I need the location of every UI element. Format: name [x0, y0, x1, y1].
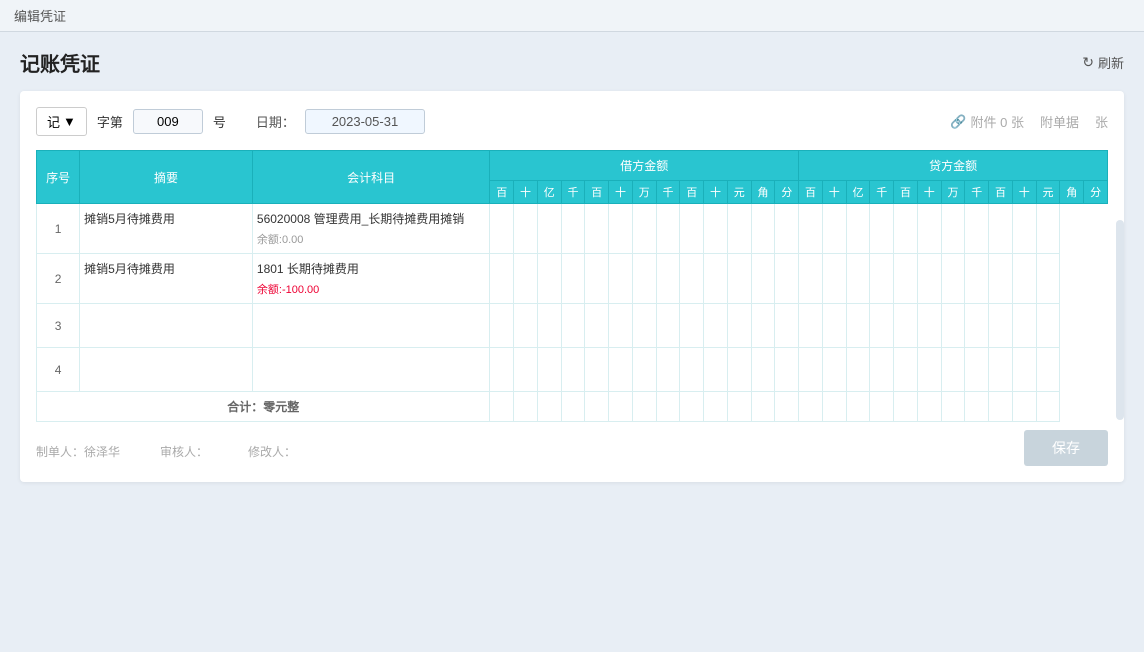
zhang-label: 张	[1095, 112, 1108, 131]
credit-col-shi1: 十	[822, 181, 846, 204]
subject-cell[interactable]	[252, 304, 490, 348]
refresh-button[interactable]: ↻ 刷新	[1082, 53, 1124, 72]
seq-cell: 2	[37, 254, 80, 304]
voucher-table: 序号 摘要 会计科目 借方金额 贷方金额 百 十 亿 千 百 十	[36, 150, 1108, 422]
ji-button[interactable]: 记 ▼	[36, 107, 87, 136]
header-row-1: 序号 摘要 会计科目 借方金额 贷方金额	[37, 151, 1108, 181]
zi-input[interactable]	[133, 109, 203, 134]
credit-col-shi3: 十	[1012, 181, 1036, 204]
debit-col-shi1: 十	[514, 181, 538, 204]
voucher-tbody: 1 摊销5月待摊费用 56020008 管理费用_长期待摊费用摊销 余额:0.0…	[37, 204, 1108, 422]
credit-col-qian1: 千	[870, 181, 894, 204]
attachment-icon: 🔗	[950, 114, 966, 130]
debit-col-yuan: 元	[727, 181, 751, 204]
debit-col-bai3: 百	[680, 181, 704, 204]
credit-col-qian2: 千	[965, 181, 989, 204]
hao-label: 号	[213, 112, 226, 131]
col-subject-header: 会计科目	[252, 151, 490, 204]
credit-col-shi2: 十	[917, 181, 941, 204]
ji-label: 记	[47, 112, 60, 131]
debit-col-wan: 万	[632, 181, 656, 204]
seq-cell: 4	[37, 348, 80, 392]
date-input[interactable]	[305, 109, 425, 134]
table-row: 1 摊销5月待摊费用 56020008 管理费用_长期待摊费用摊销 余额:0.0…	[37, 204, 1108, 254]
form-row: 记 ▼ 字第 号 日期： 🔗 附件 0 张 附单据 张	[36, 107, 1108, 136]
scrollbar[interactable]	[1116, 220, 1124, 420]
zi-label: 字第	[97, 112, 123, 131]
credit-col-yuan: 元	[1036, 181, 1060, 204]
subject-cell[interactable]: 56020008 管理费用_长期待摊费用摊销 余额:0.00	[252, 204, 490, 254]
subject-name: 56020008 管理费用_长期待摊费用摊销	[257, 210, 486, 227]
col-seq-header: 序号	[37, 151, 80, 204]
credit-col-yi: 亿	[846, 181, 870, 204]
balance: 余额:0.00	[257, 231, 486, 247]
summary-cell[interactable]: 摊销5月待摊费用	[80, 204, 253, 254]
debit-col-qian2: 千	[656, 181, 680, 204]
voucher-card: 记 ▼ 字第 号 日期： 🔗 附件 0 张 附单据 张	[20, 91, 1124, 482]
footer-row: 制单人：徐泽华 审核人： 修改人：	[36, 433, 296, 464]
debit-col-fen: 分	[775, 181, 799, 204]
attachment-link[interactable]: 🔗 附件 0 张	[950, 112, 1024, 131]
summary-cell[interactable]	[80, 348, 253, 392]
maker-label: 制单人：徐泽华	[36, 443, 120, 460]
dropdown-icon: ▼	[63, 114, 76, 129]
subject-cell[interactable]	[252, 348, 490, 392]
total-label: 合计：零元整	[37, 392, 490, 422]
debit-col-yi: 亿	[537, 181, 561, 204]
attachment-label: 附件 0 张	[971, 112, 1024, 131]
credit-col-bai2: 百	[894, 181, 918, 204]
debit-col-shi3: 十	[704, 181, 728, 204]
debit-col-qian1: 千	[561, 181, 585, 204]
table-container: 序号 摘要 会计科目 借方金额 贷方金额 百 十 亿 千 百 十	[36, 150, 1108, 422]
seq-cell: 1	[37, 204, 80, 254]
date-label: 日期：	[256, 112, 295, 131]
fujian-button[interactable]: 附单据	[1040, 112, 1079, 131]
modifier-label: 修改人：	[248, 443, 296, 460]
subject-cell[interactable]: 1801 长期待摊费用 余额:-100.00	[252, 254, 490, 304]
debit-col-shi2: 十	[609, 181, 633, 204]
main-container: 记账凭证 ↻ 刷新 记 ▼ 字第 号 日期： 🔗 附件 0 张 附单据	[0, 32, 1144, 652]
col-debit-header: 借方金额	[490, 151, 799, 181]
balance-red: 余额:-100.00	[257, 281, 486, 297]
credit-col-wan: 万	[941, 181, 965, 204]
credit-col-bai1: 百	[799, 181, 823, 204]
card-footer: 制单人：徐泽华 审核人： 修改人： 保存	[36, 430, 1108, 466]
credit-col-fen: 分	[1084, 181, 1108, 204]
debit-col-bai2: 百	[585, 181, 609, 204]
debit-col-bai1: 百	[490, 181, 514, 204]
total-row: 合计：零元整	[37, 392, 1108, 422]
refresh-icon: ↻	[1082, 54, 1094, 71]
table-row: 4	[37, 348, 1108, 392]
right-form: 🔗 附件 0 张 附单据 张	[950, 112, 1108, 131]
reviewer-label: 审核人：	[160, 443, 208, 460]
col-summary-header: 摘要	[80, 151, 253, 204]
table-row: 3	[37, 304, 1108, 348]
summary-cell[interactable]: 摊销5月待摊费用	[80, 254, 253, 304]
page-title: 记账凭证	[20, 48, 100, 77]
refresh-label: 刷新	[1098, 53, 1124, 72]
save-button[interactable]: 保存	[1024, 430, 1108, 466]
title-bar: 编辑凭证	[0, 0, 1144, 32]
summary-cell[interactable]	[80, 304, 253, 348]
seq-cell: 3	[37, 304, 80, 348]
subject-name: 1801 长期待摊费用	[257, 260, 486, 277]
table-row: 2 摊销5月待摊费用 1801 长期待摊费用 余额:-100.00	[37, 254, 1108, 304]
col-credit-header: 贷方金额	[799, 151, 1108, 181]
credit-col-jiao: 角	[1060, 181, 1084, 204]
credit-col-bai3: 百	[989, 181, 1013, 204]
page-header: 记账凭证 ↻ 刷新	[20, 48, 1124, 77]
debit-col-jiao: 角	[751, 181, 775, 204]
title-bar-label: 编辑凭证	[14, 9, 66, 24]
